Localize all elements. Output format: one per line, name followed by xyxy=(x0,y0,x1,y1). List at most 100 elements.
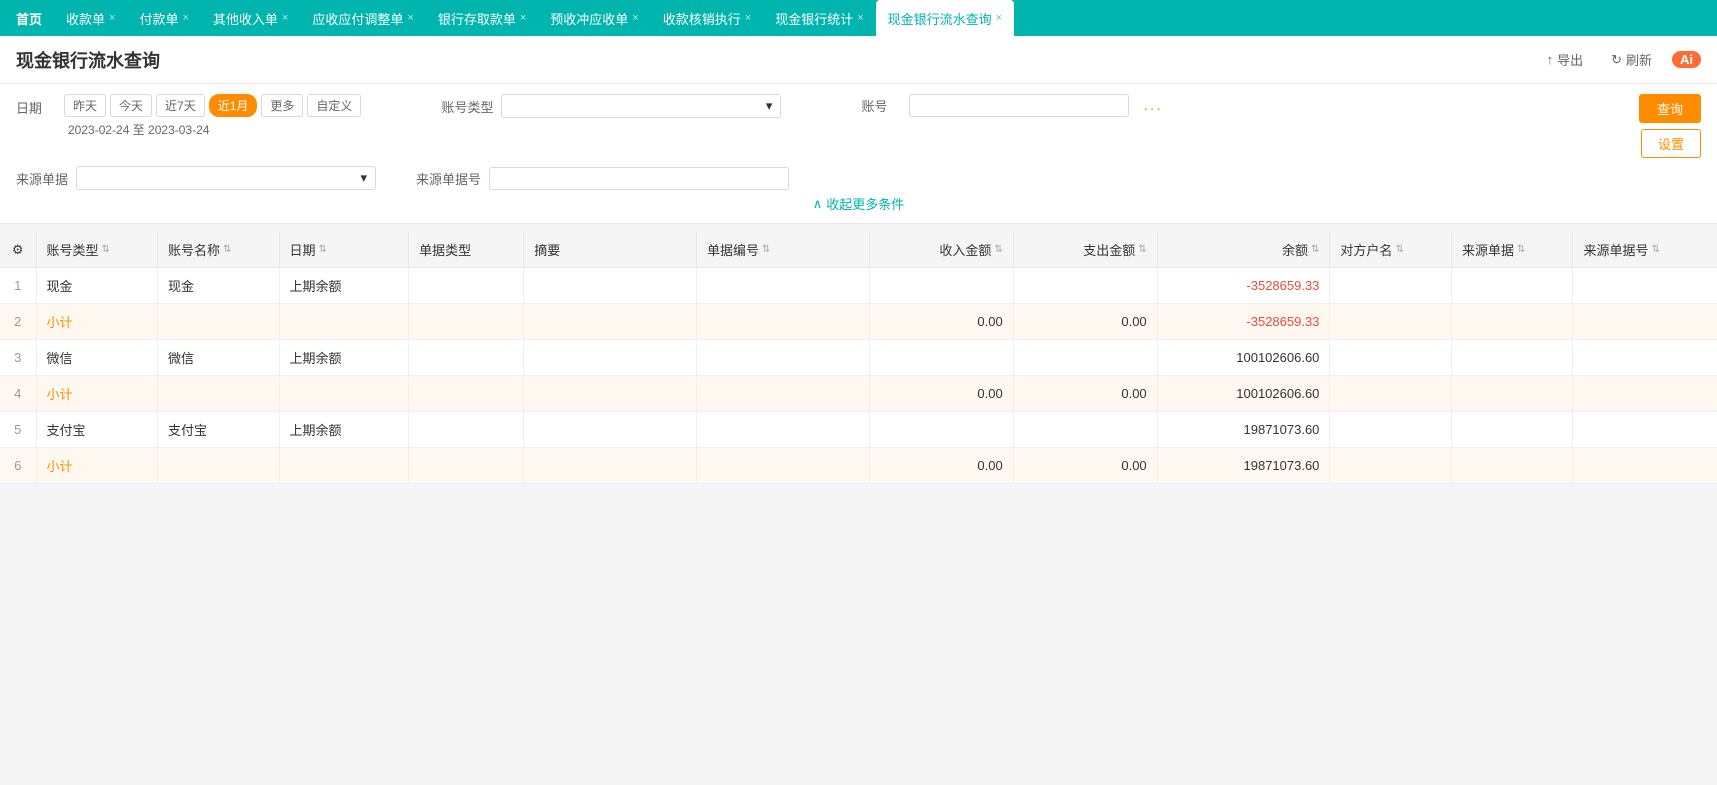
row-num: 3 xyxy=(0,340,36,376)
table-row[interactable]: 5 支付宝 支付宝 上期余额 19871073.60 xyxy=(0,412,1717,448)
sort-date[interactable]: 日期 ⇅ xyxy=(290,240,327,259)
table-row[interactable]: 4 小计 0.00 0.00 100102606.60 xyxy=(0,376,1717,412)
row-account-type: 支付宝 xyxy=(36,412,158,448)
row-expense xyxy=(1013,340,1157,376)
close-cash-bank-flow-icon[interactable]: × xyxy=(996,12,1002,24)
close-payment-icon[interactable]: × xyxy=(182,12,188,24)
sort-account-type[interactable]: 账号类型 ⇅ xyxy=(47,240,110,259)
date-range-display: 2023-02-24 至 2023-03-24 xyxy=(68,121,361,138)
export-button[interactable]: ↑ 导出 xyxy=(1539,46,1592,73)
nav-tab-collection-exec-label: 收款核销执行 xyxy=(663,9,741,28)
row-account-name xyxy=(158,448,280,484)
close-payable-adjust-icon[interactable]: × xyxy=(407,12,413,24)
account-type-dropdown-icon: ▾ xyxy=(766,98,773,114)
table-row[interactable]: 6 小计 0.00 0.00 19871073.60 xyxy=(0,448,1717,484)
nav-tab-payment-label: 付款单 xyxy=(139,9,178,28)
nav-tab-cash-bank-stat[interactable]: 现金银行统计 × xyxy=(763,0,875,36)
sort-balance[interactable]: 余额 ⇅ xyxy=(1282,240,1319,259)
col-account-type: 账号类型 ⇅ xyxy=(36,232,158,268)
query-button[interactable]: 查询 xyxy=(1639,94,1701,123)
row-date: 上期余额 xyxy=(279,268,409,304)
source-voucher-select[interactable]: ▾ xyxy=(76,166,376,190)
account-input[interactable] xyxy=(909,94,1129,117)
date-last1m-btn[interactable]: 近1月 xyxy=(209,94,258,117)
sort-counterparty[interactable]: 对方户名 ⇅ xyxy=(1340,240,1403,259)
date-more-btn[interactable]: 更多 xyxy=(261,94,303,117)
nav-tab-other-income-label: 其他收入单 xyxy=(213,9,278,28)
sort-account-name[interactable]: 账号名称 ⇅ xyxy=(168,240,231,259)
sort-source-voucher-no[interactable]: 来源单据号 ⇅ xyxy=(1583,240,1659,259)
source-voucher-dropdown-icon: ▾ xyxy=(360,170,367,186)
sort-source-voucher-icon: ⇅ xyxy=(1517,244,1525,255)
row-summary xyxy=(524,268,697,304)
row-voucher-no xyxy=(697,448,870,484)
sort-source-voucher[interactable]: 来源单据 ⇅ xyxy=(1462,240,1525,259)
date-options: 昨天 今天 近7天 近1月 更多 自定义 xyxy=(64,94,361,117)
account-dots-btn[interactable]: ... xyxy=(1137,95,1168,117)
date-last7-btn[interactable]: 近7天 xyxy=(156,94,205,117)
nav-tab-cash-bank-flow[interactable]: 现金银行流水查询 × xyxy=(876,0,1014,36)
table-row[interactable]: 2 小计 0.00 0.00 -3528659.33 xyxy=(0,304,1717,340)
gear-icon[interactable]: ⚙ xyxy=(12,242,24,257)
row-source-voucher xyxy=(1451,376,1573,412)
date-yesterday-btn[interactable]: 昨天 xyxy=(64,94,106,117)
collapse-bar[interactable]: ∧ 收起更多条件 xyxy=(16,190,1701,213)
date-filter-label: 日期 xyxy=(16,98,56,117)
row-voucher-type xyxy=(409,268,524,304)
nav-tab-cash-bank-stat-label: 现金银行统计 xyxy=(775,9,853,28)
sort-voucher-no-icon: ⇅ xyxy=(762,244,770,255)
col-settings[interactable]: ⚙ xyxy=(0,232,36,268)
date-today-btn[interactable]: 今天 xyxy=(110,94,152,117)
row-date xyxy=(279,304,409,340)
source-voucher-label: 来源单据 xyxy=(16,169,68,188)
nav-tab-home[interactable]: 首页 xyxy=(4,0,54,36)
close-collection-exec-icon[interactable]: × xyxy=(745,12,751,24)
nav-tab-advance-offset[interactable]: 预收冲应收单 × xyxy=(538,0,650,36)
close-other-income-icon[interactable]: × xyxy=(282,12,288,24)
row-voucher-no xyxy=(697,340,870,376)
row-balance: -3528659.33 xyxy=(1157,268,1330,304)
nav-tab-payment[interactable]: 付款单 × xyxy=(127,0,200,36)
ai-button[interactable]: Ai xyxy=(1672,51,1701,68)
close-bank-deposit-icon[interactable]: × xyxy=(520,12,526,24)
nav-tab-bank-deposit[interactable]: 银行存取款单 × xyxy=(426,0,538,36)
table-container: ⚙ 账号类型 ⇅ 账号名称 ⇅ 日期 xyxy=(0,232,1717,484)
page-header: 现金银行流水查询 ↑ 导出 ↻ 刷新 Ai xyxy=(0,36,1717,84)
nav-tab-collection-exec[interactable]: 收款核销执行 × xyxy=(651,0,763,36)
row-voucher-no xyxy=(697,376,870,412)
row-source-voucher-no xyxy=(1573,376,1717,412)
nav-tab-receipt[interactable]: 收款单 × xyxy=(54,0,127,36)
row-income xyxy=(869,268,1013,304)
row-income: 0.00 xyxy=(869,448,1013,484)
table-row[interactable]: 1 现金 现金 上期余额 -3528659.33 xyxy=(0,268,1717,304)
nav-tab-advance-offset-label: 预收冲应收单 xyxy=(550,9,628,28)
refresh-button[interactable]: ↻ 刷新 xyxy=(1603,46,1660,73)
row-income: 0.00 xyxy=(869,376,1013,412)
row-source-voucher-no xyxy=(1573,304,1717,340)
date-custom-btn[interactable]: 自定义 xyxy=(307,94,361,117)
row-voucher-no xyxy=(697,304,870,340)
nav-tab-other-income[interactable]: 其他收入单 × xyxy=(201,0,300,36)
row-expense: 0.00 xyxy=(1013,448,1157,484)
col-balance: 余额 ⇅ xyxy=(1157,232,1330,268)
nav-tab-receipt-label: 收款单 xyxy=(66,9,105,28)
source-voucher-no-input[interactable] xyxy=(489,167,789,190)
table-row[interactable]: 3 微信 微信 上期余额 100102606.60 xyxy=(0,340,1717,376)
close-receipt-icon[interactable]: × xyxy=(109,12,115,24)
close-cash-bank-stat-icon[interactable]: × xyxy=(857,12,863,24)
row-counterparty xyxy=(1330,448,1452,484)
sort-balance-icon: ⇅ xyxy=(1311,244,1319,255)
row-summary xyxy=(524,412,697,448)
refresh-label: 刷新 xyxy=(1626,50,1652,69)
close-advance-offset-icon[interactable]: × xyxy=(632,12,638,24)
row-source-voucher-no xyxy=(1573,268,1717,304)
sort-voucher-no[interactable]: 单据编号 ⇅ xyxy=(707,240,770,259)
col-expense: 支出金额 ⇅ xyxy=(1013,232,1157,268)
sort-expense[interactable]: 支出金额 ⇅ xyxy=(1083,240,1146,259)
row-account-type: 小计 xyxy=(36,448,158,484)
col-date: 日期 ⇅ xyxy=(279,232,409,268)
settings-button[interactable]: 设置 xyxy=(1641,129,1701,158)
sort-income[interactable]: 收入金额 ⇅ xyxy=(939,240,1002,259)
account-type-select[interactable]: ▾ xyxy=(501,94,781,118)
nav-tab-payable-adjust[interactable]: 应收应付调整单 × xyxy=(300,0,425,36)
